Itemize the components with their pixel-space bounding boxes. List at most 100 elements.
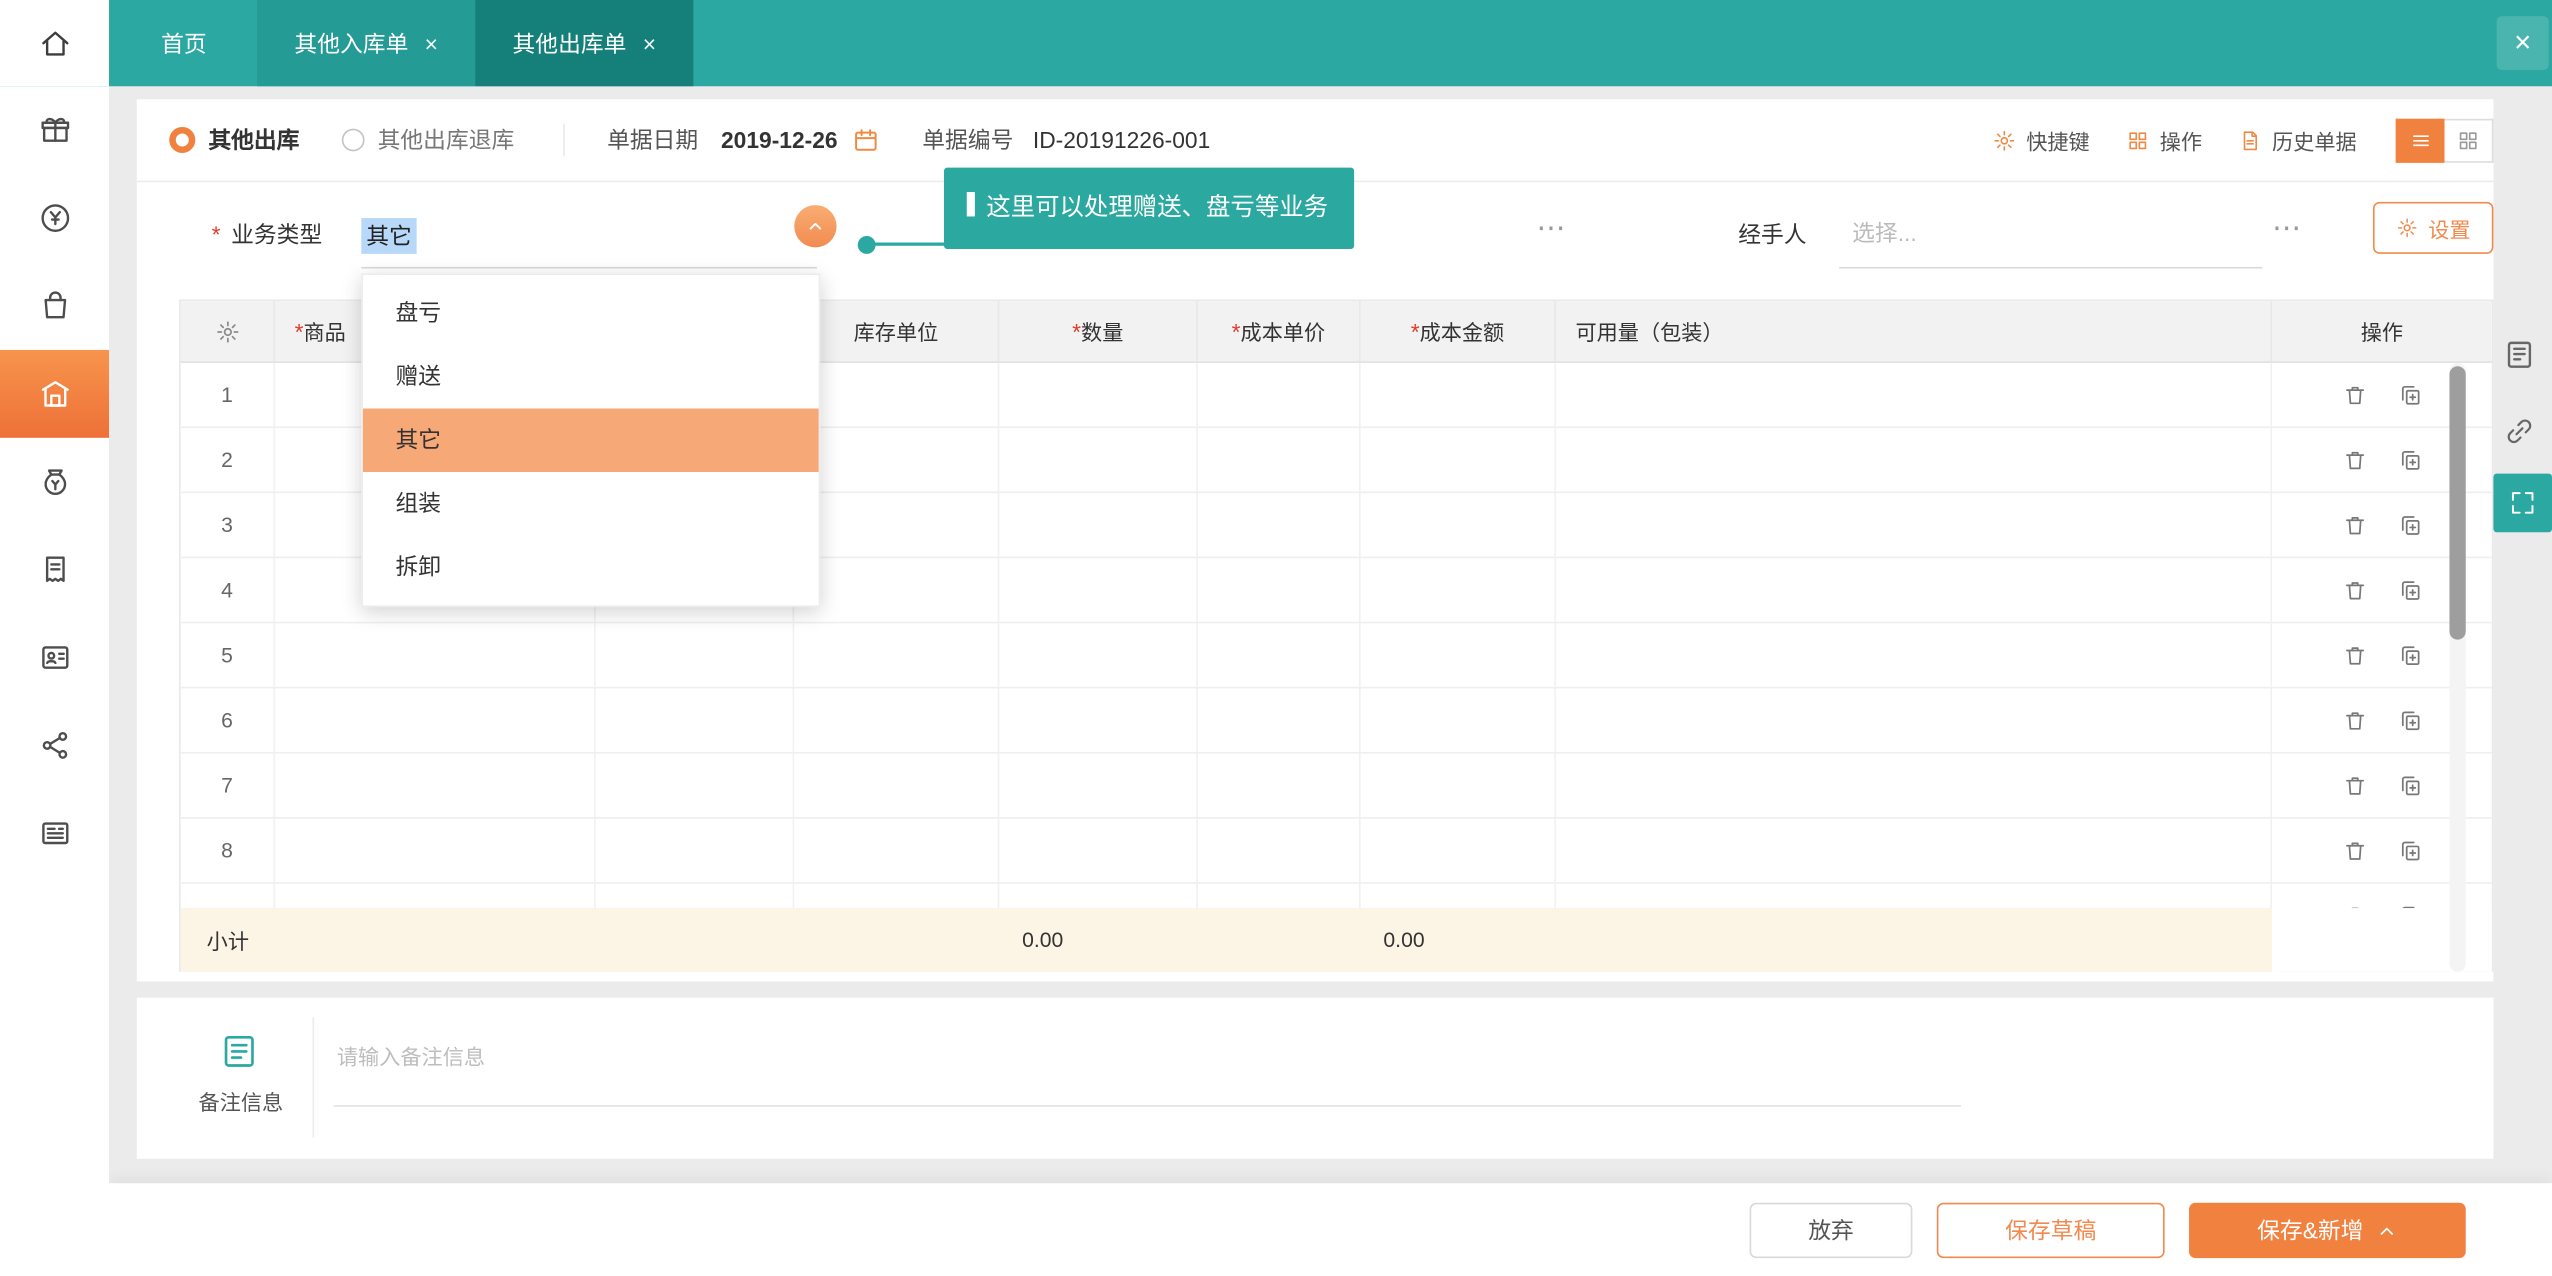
cell-price[interactable] (1198, 883, 1361, 909)
cell-product[interactable] (275, 883, 596, 909)
scrollbar-thumb[interactable] (2449, 366, 2466, 640)
copy-row-icon[interactable] (2397, 512, 2423, 538)
sidebar-item-warehouse[interactable] (0, 349, 110, 438)
cell-unit[interactable] (794, 493, 1000, 557)
close-tab-icon[interactable]: × (643, 30, 656, 56)
copy-row-icon[interactable] (2397, 382, 2423, 408)
delete-row-icon[interactable] (2341, 447, 2367, 473)
cell-qty[interactable] (999, 493, 1198, 557)
radio-other-outbound-return[interactable]: 其他出库退库 (341, 124, 514, 157)
dropdown-option-selected[interactable]: 其它 (362, 408, 819, 472)
collapse-dropdown-button[interactable] (794, 205, 837, 248)
cell-unit[interactable] (794, 883, 1000, 909)
cell-qty[interactable] (999, 753, 1198, 818)
sidebar-item-bag[interactable] (0, 262, 109, 350)
delete-row-icon[interactable] (2341, 772, 2367, 798)
copy-row-icon[interactable] (2397, 707, 2423, 733)
close-window-button[interactable]: × (2496, 16, 2549, 70)
cell-extra[interactable] (596, 623, 795, 687)
sidebar-item-money[interactable] (0, 174, 109, 262)
sidebar-item-moneybag[interactable] (0, 438, 109, 526)
cell-qty[interactable] (999, 558, 1198, 622)
list-view-toggle[interactable] (2395, 117, 2445, 162)
link-panel-icon[interactable] (2503, 415, 2536, 448)
cell-unit[interactable] (794, 558, 1000, 622)
cell-price[interactable] (1198, 493, 1361, 557)
date-value[interactable]: 2019-12-26 (721, 127, 838, 153)
cancel-button[interactable]: 放弃 (1749, 1202, 1913, 1259)
sidebar-item-receipt[interactable] (0, 526, 109, 614)
dropdown-option[interactable]: 赠送 (363, 345, 819, 408)
cell-amount[interactable] (1361, 623, 1556, 687)
sidebar-item-gift[interactable] (0, 86, 109, 174)
cell-amount[interactable] (1361, 558, 1556, 622)
dropdown-option[interactable]: 拆卸 (363, 535, 819, 598)
remarks-input[interactable] (333, 1043, 1952, 1071)
operations-button[interactable]: 操作 (2126, 125, 2202, 156)
cell-unit[interactable] (794, 623, 1000, 687)
table-settings-cell[interactable] (181, 301, 276, 362)
dropdown-option[interactable]: 组装 (363, 472, 819, 535)
settings-button[interactable]: 设置 (2372, 201, 2494, 254)
cell-price[interactable] (1198, 818, 1361, 883)
delete-row-icon[interactable] (2341, 382, 2367, 408)
calendar-icon[interactable] (851, 125, 880, 154)
cell-qty[interactable] (999, 818, 1198, 883)
cell-amount[interactable] (1361, 493, 1556, 557)
cell-qty[interactable] (999, 428, 1198, 492)
more-field-button[interactable]: ⋯ (2272, 212, 2303, 246)
grid-view-toggle[interactable] (2444, 117, 2494, 162)
cell-product[interactable] (275, 818, 596, 883)
cell-price[interactable] (1198, 623, 1361, 687)
sidebar-item-share[interactable] (0, 701, 109, 789)
sidebar-item-news[interactable] (0, 789, 109, 877)
cell-unit[interactable] (794, 362, 1000, 427)
delete-row-icon[interactable] (2341, 512, 2367, 538)
history-documents-button[interactable]: 历史单据 (2238, 125, 2357, 156)
copy-row-icon[interactable] (2397, 577, 2423, 603)
cell-unit[interactable] (794, 428, 1000, 492)
radio-other-outbound[interactable]: 其他出库 (169, 124, 299, 157)
cell-amount[interactable] (1361, 428, 1556, 492)
cell-product[interactable] (275, 688, 596, 752)
cell-price[interactable] (1198, 688, 1361, 752)
more-field-button[interactable]: ⋯ (1536, 212, 1567, 246)
cell-amount[interactable] (1361, 818, 1556, 883)
copy-row-icon[interactable] (2397, 642, 2423, 668)
cell-unit[interactable] (794, 818, 1000, 883)
tab-other-outbound[interactable]: 其他出库单 × (475, 0, 694, 87)
cell-unit[interactable] (794, 688, 1000, 752)
copy-row-icon[interactable] (2397, 772, 2423, 798)
notes-panel-icon[interactable] (2502, 337, 2538, 373)
cell-extra[interactable] (596, 688, 795, 752)
cell-product[interactable] (275, 623, 596, 687)
dropdown-option[interactable]: 盘亏 (363, 282, 819, 345)
save-draft-button[interactable]: 保存草稿 (1936, 1202, 2165, 1259)
home-button[interactable] (0, 0, 110, 87)
cell-qty[interactable] (999, 688, 1198, 752)
cell-qty[interactable] (999, 883, 1198, 909)
fullscreen-button[interactable] (2493, 473, 2552, 533)
cell-qty[interactable] (999, 623, 1198, 687)
shortcut-keys-button[interactable]: 快捷键 (1992, 125, 2090, 156)
cell-amount[interactable] (1361, 362, 1556, 427)
sidebar-item-contacts[interactable] (0, 614, 109, 702)
cell-extra[interactable] (596, 753, 795, 818)
tab-other-inbound[interactable]: 其他入库单 × (257, 0, 476, 87)
handler-field[interactable] (1839, 199, 2263, 269)
cell-price[interactable] (1198, 428, 1361, 492)
cell-product[interactable] (275, 753, 596, 818)
cell-unit[interactable] (794, 753, 1000, 818)
close-tab-icon[interactable]: × (425, 30, 438, 56)
save-and-new-button[interactable]: 保存&新增 (2189, 1202, 2466, 1259)
cell-extra[interactable] (596, 883, 795, 909)
cell-amount[interactable] (1361, 753, 1556, 818)
delete-row-icon[interactable] (2341, 642, 2367, 668)
cell-qty[interactable] (999, 362, 1198, 427)
cell-extra[interactable] (596, 818, 795, 883)
tab-home[interactable]: 首页 (111, 0, 257, 86)
delete-row-icon[interactable] (2341, 707, 2367, 733)
cell-price[interactable] (1198, 558, 1361, 622)
cell-price[interactable] (1198, 753, 1361, 818)
copy-row-icon[interactable] (2397, 447, 2423, 473)
